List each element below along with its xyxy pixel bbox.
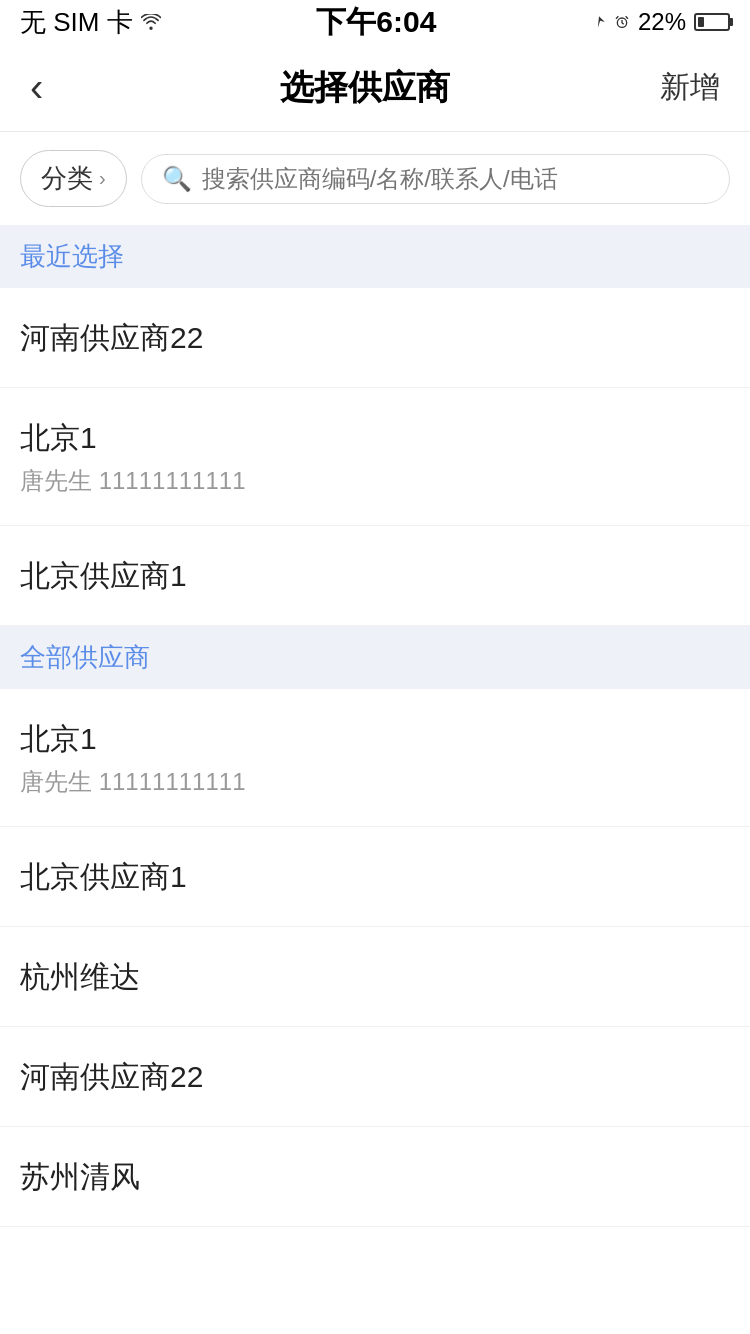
item-name: 北京1 xyxy=(20,418,730,459)
search-box[interactable]: 🔍 xyxy=(141,154,730,204)
battery-icon xyxy=(694,13,730,31)
item-sub: 唐先生 11111111111 xyxy=(20,465,730,497)
search-icon: 🔍 xyxy=(162,165,192,193)
list-item[interactable]: 河南供应商22 xyxy=(0,1027,750,1127)
all-section-header: 全部供应商 xyxy=(0,626,750,689)
location-icon xyxy=(592,15,606,29)
list-item[interactable]: 北京1 唐先生 11111111111 xyxy=(0,689,750,827)
list-item[interactable]: 杭州维达 xyxy=(0,927,750,1027)
chevron-right-icon: › xyxy=(99,167,106,190)
list-item[interactable]: 河南供应商22 xyxy=(0,288,750,388)
item-name: 河南供应商22 xyxy=(20,1057,730,1098)
status-bar: 无 SIM 卡 下午6:04 22% xyxy=(0,0,750,44)
item-name: 北京1 xyxy=(20,719,730,760)
wifi-icon xyxy=(141,14,161,30)
status-time: 下午6:04 xyxy=(316,2,436,43)
item-name: 北京供应商1 xyxy=(20,556,730,597)
all-suppliers-list: 北京1 唐先生 11111111111 北京供应商1 杭州维达 河南供应商22 … xyxy=(0,689,750,1227)
page-title: 选择供应商 xyxy=(280,65,450,111)
battery-percent: 22% xyxy=(638,8,686,36)
alarm-icon xyxy=(614,14,630,30)
list-item[interactable]: 北京1 唐先生 11111111111 xyxy=(0,388,750,526)
item-name: 苏州清风 xyxy=(20,1157,730,1198)
add-button[interactable]: 新增 xyxy=(640,67,720,108)
item-name: 北京供应商1 xyxy=(20,857,730,898)
status-left: 无 SIM 卡 xyxy=(20,5,161,40)
list-item[interactable]: 苏州清风 xyxy=(0,1127,750,1227)
search-input[interactable] xyxy=(202,165,709,193)
nav-bar: ‹ 选择供应商 新增 xyxy=(0,44,750,132)
item-name: 杭州维达 xyxy=(20,957,730,998)
filter-row: 分类 › 🔍 xyxy=(0,132,750,225)
status-right: 22% xyxy=(592,8,730,36)
list-item[interactable]: 北京供应商1 xyxy=(0,526,750,626)
back-button[interactable]: ‹ xyxy=(30,65,90,110)
category-label: 分类 xyxy=(41,161,93,196)
recent-section-header: 最近选择 xyxy=(0,225,750,288)
item-name: 河南供应商22 xyxy=(20,318,730,359)
no-sim-text: 无 SIM 卡 xyxy=(20,5,133,40)
category-button[interactable]: 分类 › xyxy=(20,150,127,207)
list-item[interactable]: 北京供应商1 xyxy=(0,827,750,927)
item-sub: 唐先生 11111111111 xyxy=(20,766,730,798)
recent-list: 河南供应商22 北京1 唐先生 11111111111 北京供应商1 xyxy=(0,288,750,626)
